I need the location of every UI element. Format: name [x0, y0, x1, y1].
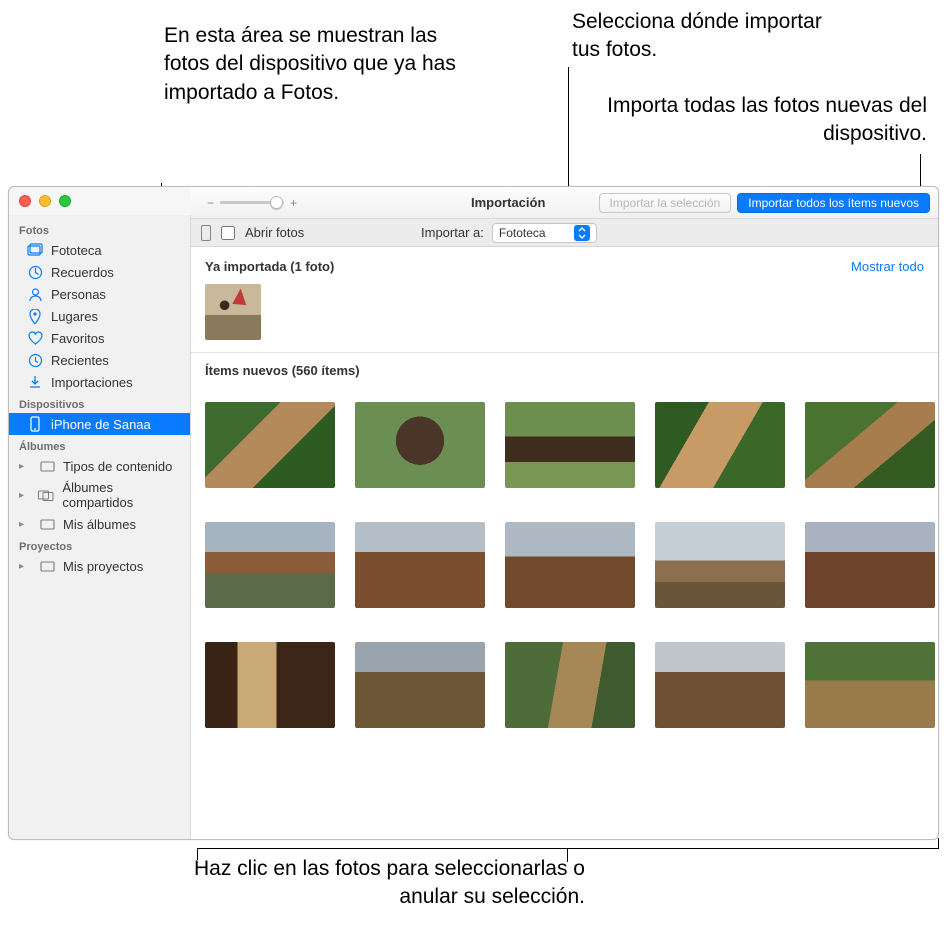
- photo-thumb[interactable]: [805, 402, 935, 488]
- download-icon: [27, 374, 43, 390]
- chevron-right-icon: ▸: [19, 490, 28, 501]
- callout-line: [567, 848, 568, 862]
- callout-line: [938, 838, 939, 849]
- heart-icon: [27, 330, 43, 346]
- photo-thumb[interactable]: [505, 642, 635, 728]
- already-imported-row: [191, 280, 938, 352]
- chevron-right-icon: ▸: [19, 461, 29, 472]
- device-icon: [201, 225, 211, 241]
- select-value: Fototeca: [499, 226, 546, 240]
- sidebar-item-label: Favoritos: [51, 331, 104, 346]
- section-title: Ya importada (1 foto): [205, 259, 334, 274]
- photo-thumb[interactable]: [355, 642, 485, 728]
- window-controls: [19, 195, 71, 207]
- section-title: Ítems nuevos (560 ítems): [205, 363, 360, 378]
- folder-icon: [39, 558, 55, 574]
- folder-icon: [39, 516, 55, 532]
- callout-line: [197, 848, 198, 860]
- maximize-button[interactable]: [59, 195, 71, 207]
- import-destination-select[interactable]: Fototeca: [492, 223, 597, 243]
- photos-app-window: Fotos Fototeca Recuerdos Personas Lugare…: [8, 186, 939, 840]
- sidebar-item-label: Tipos de contenido: [63, 459, 172, 474]
- content-area: Ya importada (1 foto) Mostrar todo Ítems…: [191, 247, 938, 839]
- photo-thumb[interactable]: [205, 522, 335, 608]
- sidebar-item-people[interactable]: Personas: [9, 283, 190, 305]
- import-all-new-button[interactable]: Importar todos los ítems nuevos: [737, 193, 930, 213]
- already-imported-header: Ya importada (1 foto) Mostrar todo: [191, 247, 938, 280]
- sidebar-item-my-albums[interactable]: ▸ Mis álbumes: [9, 513, 190, 535]
- photo-thumb[interactable]: [205, 642, 335, 728]
- photo-thumb[interactable]: [655, 642, 785, 728]
- minimize-button[interactable]: [39, 195, 51, 207]
- clock-icon: [27, 352, 43, 368]
- callout-line: [197, 848, 939, 849]
- photo-thumb[interactable]: [355, 522, 485, 608]
- sidebar-item-imports[interactable]: Importaciones: [9, 371, 190, 393]
- open-photos-label: Abrir fotos: [245, 225, 304, 240]
- sidebar-section-projects: Proyectos: [9, 535, 190, 555]
- sidebar-item-label: Importaciones: [51, 375, 133, 390]
- sidebar-section-devices: Dispositivos: [9, 393, 190, 413]
- import-selection-button[interactable]: Importar la selección: [599, 193, 732, 213]
- import-to-label: Importar a:: [421, 225, 484, 240]
- shared-folder-icon: [38, 487, 54, 503]
- sidebar-item-label: Álbumes compartidos: [62, 480, 180, 510]
- sidebar-item-memories[interactable]: Recuerdos: [9, 261, 190, 283]
- photo-thumb[interactable]: [355, 402, 485, 488]
- sidebar-item-my-projects[interactable]: ▸ Mis proyectos: [9, 555, 190, 577]
- sidebar-section-photos: Fotos: [9, 219, 190, 239]
- folder-icon: [39, 458, 55, 474]
- toolbar: − + Importación Importar la selección Im…: [191, 187, 938, 219]
- photo-thumb[interactable]: [655, 402, 785, 488]
- toolbar-title: Importación: [471, 195, 545, 210]
- zoom-out-icon: −: [207, 196, 214, 210]
- callout-import-to: Selecciona dónde importar tus fotos.: [572, 8, 832, 65]
- pin-icon: [27, 308, 43, 324]
- photo-thumb[interactable]: [505, 522, 635, 608]
- sidebar: Fotos Fototeca Recuerdos Personas Lugare…: [9, 215, 191, 839]
- photo-stack-icon: [27, 242, 43, 258]
- photo-thumb[interactable]: [205, 284, 261, 340]
- sidebar-item-label: Personas: [51, 287, 106, 302]
- import-bar: Abrir fotos Importar a: Fototeca: [191, 219, 938, 247]
- photo-thumb[interactable]: [805, 642, 935, 728]
- open-photos-checkbox[interactable]: [221, 226, 235, 240]
- sidebar-item-library[interactable]: Fototeca: [9, 239, 190, 261]
- slider-thumb[interactable]: [270, 196, 283, 209]
- chevron-updown-icon: [574, 225, 590, 241]
- photo-thumb[interactable]: [805, 522, 935, 608]
- sidebar-item-places[interactable]: Lugares: [9, 305, 190, 327]
- sidebar-item-recents[interactable]: Recientes: [9, 349, 190, 371]
- sidebar-item-label: iPhone de Sanaa: [51, 417, 151, 432]
- photo-thumb[interactable]: [205, 402, 335, 488]
- sidebar-item-label: Recientes: [51, 353, 109, 368]
- sidebar-section-albums: Álbumes: [9, 435, 190, 455]
- zoom-slider[interactable]: − +: [207, 196, 297, 210]
- new-items-header: Ítems nuevos (560 ítems): [191, 353, 938, 384]
- sidebar-item-device[interactable]: iPhone de Sanaa: [9, 413, 190, 435]
- memories-icon: [27, 264, 43, 280]
- show-all-link[interactable]: Mostrar todo: [851, 259, 924, 274]
- phone-icon: [27, 416, 43, 432]
- slider-track[interactable]: [220, 201, 284, 204]
- callout-already-imported: En esta área se muestran las fotos del d…: [164, 22, 464, 107]
- sidebar-item-label: Recuerdos: [51, 265, 114, 280]
- close-button[interactable]: [19, 195, 31, 207]
- callout-import-all: Importa todas las fotos nuevas del dispo…: [577, 92, 927, 149]
- zoom-in-icon: +: [290, 196, 297, 210]
- sidebar-item-label: Fototeca: [51, 243, 102, 258]
- photo-thumb[interactable]: [505, 402, 635, 488]
- sidebar-item-media-types[interactable]: ▸ Tipos de contenido: [9, 455, 190, 477]
- sidebar-item-shared-albums[interactable]: ▸ Álbumes compartidos: [9, 477, 190, 513]
- sidebar-item-label: Mis proyectos: [63, 559, 143, 574]
- sidebar-item-label: Mis álbumes: [63, 517, 136, 532]
- photo-thumb[interactable]: [655, 522, 785, 608]
- sidebar-item-favorites[interactable]: Favoritos: [9, 327, 190, 349]
- people-icon: [27, 286, 43, 302]
- chevron-right-icon: ▸: [19, 519, 29, 530]
- callout-click-photos: Haz clic en las fotos para seleccionarla…: [165, 855, 585, 912]
- chevron-right-icon: ▸: [19, 561, 29, 572]
- photo-grid: [191, 384, 938, 746]
- sidebar-item-label: Lugares: [51, 309, 98, 324]
